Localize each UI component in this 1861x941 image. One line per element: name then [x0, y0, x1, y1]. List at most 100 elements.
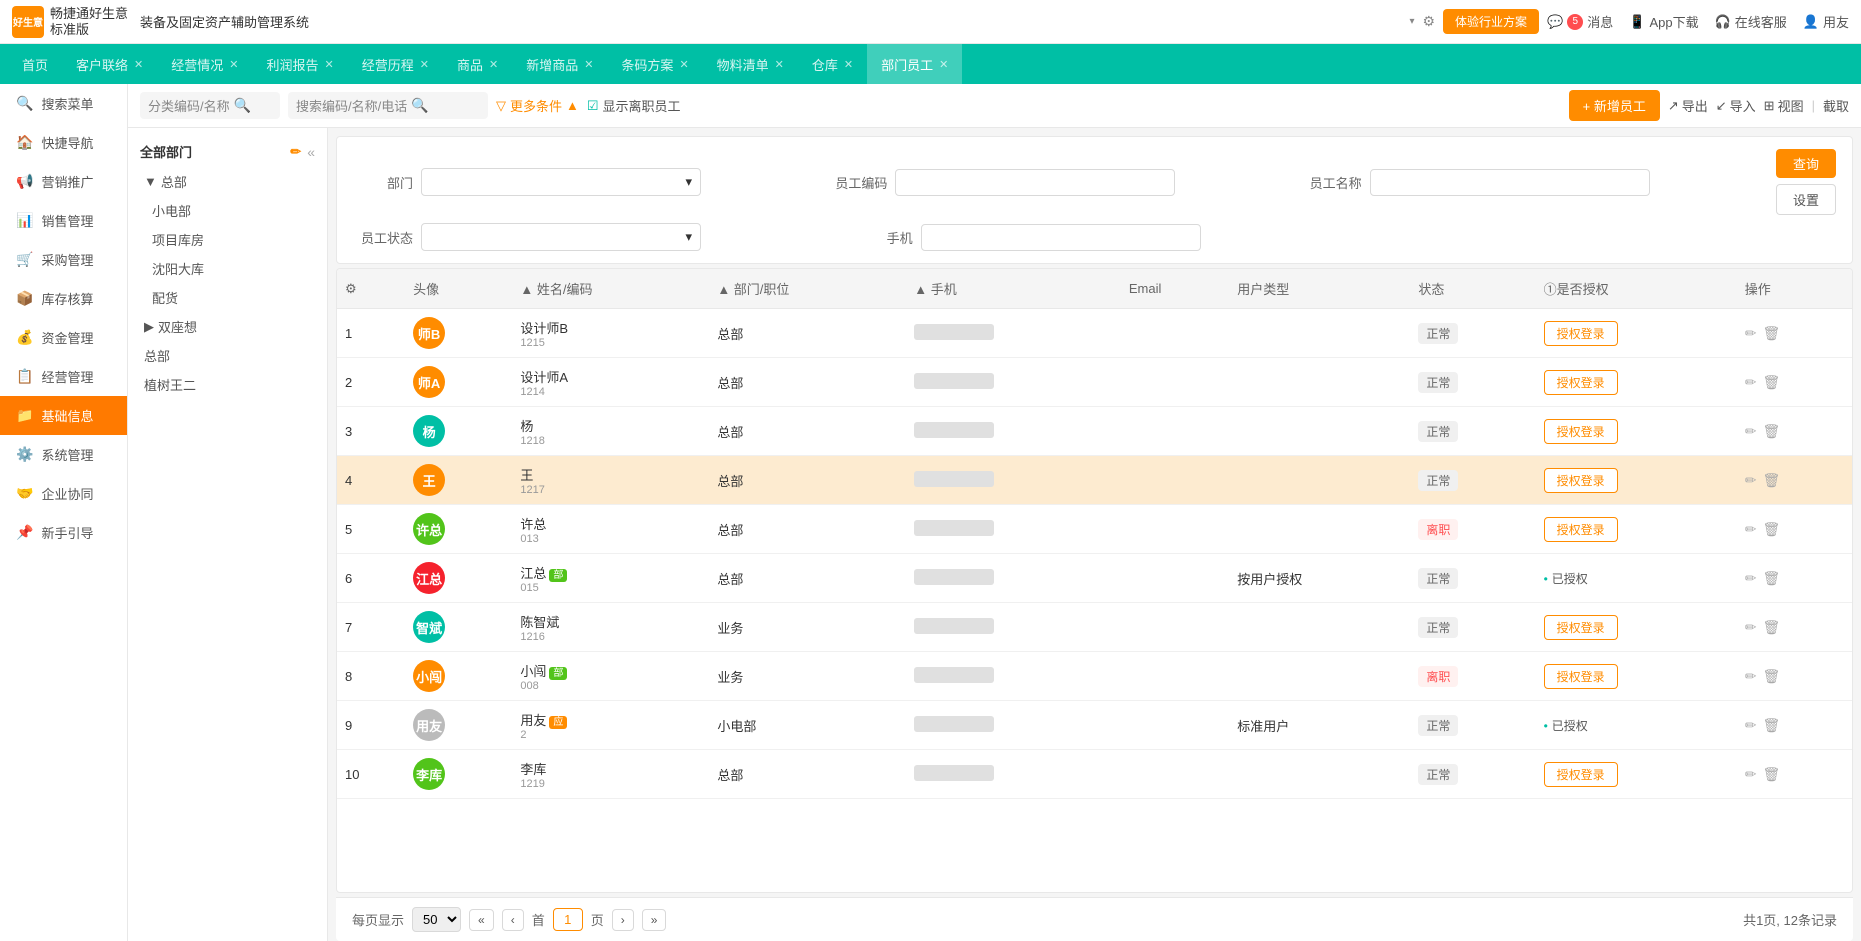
- export-button[interactable]: ↗ 导出: [1668, 96, 1708, 115]
- col-name[interactable]: ▲ 姓名/编码: [512, 269, 709, 309]
- edit-dept-icon[interactable]: ✏: [290, 144, 301, 160]
- dept-node-shuangzuo[interactable]: ▶ 双座想: [128, 312, 327, 341]
- gear-icon[interactable]: ⚙: [1422, 13, 1435, 30]
- view-button[interactable]: ⊞ 视图: [1764, 96, 1804, 115]
- tab-close-bom[interactable]: ✕: [775, 58, 784, 71]
- auth-login-button[interactable]: 授权登录: [1544, 468, 1618, 493]
- auth-login-button[interactable]: 授权登录: [1544, 664, 1618, 689]
- extra-button[interactable]: 截取: [1823, 96, 1849, 115]
- import-button[interactable]: ↙ 导入: [1716, 96, 1756, 115]
- settings-col-icon[interactable]: ⚙: [345, 281, 357, 296]
- tab-close-barcode[interactable]: ✕: [679, 58, 688, 71]
- search-dept-box[interactable]: 分类编码/名称 🔍: [140, 92, 280, 119]
- delete-button[interactable]: 🗑: [1763, 668, 1781, 685]
- more-filter-btn[interactable]: ▽ 更多条件 ▲: [496, 96, 579, 115]
- search-name-button[interactable]: 🔍: [411, 97, 428, 114]
- filter-status-select[interactable]: ▾: [421, 223, 701, 251]
- tab-close-history[interactable]: ✕: [420, 58, 429, 71]
- dept-node-project[interactable]: 项目库房: [128, 225, 327, 254]
- edit-button[interactable]: ✏: [1745, 766, 1757, 783]
- sidebar-item-finance[interactable]: 💰 资金管理: [0, 318, 127, 357]
- add-employee-button[interactable]: + 新增员工: [1569, 90, 1660, 121]
- tab-warehouse[interactable]: 仓库 ✕: [798, 44, 867, 84]
- dept-node-zongbu-parent[interactable]: ▼ 总部: [128, 167, 327, 196]
- download-button[interactable]: 📱 App下载: [1629, 12, 1698, 31]
- filter-dept-select[interactable]: ▾: [421, 168, 701, 196]
- delete-button[interactable]: 🗑: [1763, 619, 1781, 636]
- tab-home[interactable]: 首页: [8, 44, 62, 84]
- edit-button[interactable]: ✏: [1745, 325, 1757, 342]
- sidebar-item-guide[interactable]: 📌 新手引导: [0, 513, 127, 552]
- tab-profit[interactable]: 利润报告 ✕: [252, 44, 347, 84]
- show-inactive-toggle[interactable]: ☑ 显示离职员工: [587, 96, 681, 115]
- tab-barcode[interactable]: 条码方案 ✕: [607, 44, 702, 84]
- tab-history[interactable]: 经营历程 ✕: [348, 44, 443, 84]
- auth-login-button[interactable]: 授权登录: [1544, 370, 1618, 395]
- filter-empcode-input[interactable]: [895, 169, 1175, 196]
- filter-empname-input[interactable]: [1370, 169, 1650, 196]
- auth-login-button[interactable]: 授权登录: [1544, 419, 1618, 444]
- dept-node-zhishu[interactable]: 植树王二: [128, 370, 327, 399]
- edit-button[interactable]: ✏: [1745, 472, 1757, 489]
- last-page-button[interactable]: »: [642, 909, 667, 931]
- sidebar-item-nav[interactable]: 🏠 快捷导航: [0, 123, 127, 162]
- set-button[interactable]: 设置: [1776, 184, 1836, 215]
- edit-button[interactable]: ✏: [1745, 668, 1757, 685]
- tab-close-operation[interactable]: ✕: [229, 58, 238, 71]
- tab-close-new-goods[interactable]: ✕: [584, 58, 593, 71]
- col-dept[interactable]: ▲ 部门/职位: [709, 269, 906, 309]
- tab-close-warehouse[interactable]: ✕: [844, 58, 853, 71]
- dept-node-xiaodian[interactable]: 小电部: [128, 196, 327, 225]
- tab-close-customer[interactable]: ✕: [134, 58, 143, 71]
- delete-button[interactable]: 🗑: [1763, 423, 1781, 440]
- delete-button[interactable]: 🗑: [1763, 374, 1781, 391]
- prev-page-button[interactable]: ‹: [502, 909, 524, 931]
- edit-button[interactable]: ✏: [1745, 570, 1757, 587]
- per-page-select[interactable]: 50: [412, 907, 461, 932]
- filter-phone-input[interactable]: [921, 224, 1201, 251]
- sidebar-item-inventory[interactable]: 📦 库存核算: [0, 279, 127, 318]
- first-page-button[interactable]: «: [469, 909, 494, 931]
- sidebar-item-search[interactable]: 🔍 搜索菜单: [0, 84, 127, 123]
- search-name-box[interactable]: 搜索编码/名称/电话 🔍: [288, 92, 488, 119]
- user-button[interactable]: 👤 用友: [1803, 12, 1849, 31]
- dept-node-peihuo[interactable]: 配货: [128, 283, 327, 312]
- collapse-button[interactable]: «: [307, 144, 315, 160]
- edit-button[interactable]: ✏: [1745, 423, 1757, 440]
- tab-bom[interactable]: 物料清单 ✕: [703, 44, 798, 84]
- sidebar-item-marketing[interactable]: 📢 营销推广: [0, 162, 127, 201]
- sidebar-item-basic[interactable]: 📁 基础信息: [0, 396, 127, 435]
- search-dept-button[interactable]: 🔍: [234, 97, 251, 114]
- tab-close-goods[interactable]: ✕: [489, 58, 498, 71]
- query-button[interactable]: 查询: [1776, 149, 1836, 178]
- tab-new-goods[interactable]: 新增商品 ✕: [512, 44, 607, 84]
- auth-login-button[interactable]: 授权登录: [1544, 321, 1618, 346]
- auth-login-button[interactable]: 授权登录: [1544, 615, 1618, 640]
- delete-button[interactable]: 🗑: [1763, 472, 1781, 489]
- tab-close-employee[interactable]: ✕: [939, 58, 948, 71]
- tab-goods[interactable]: 商品 ✕: [443, 44, 512, 84]
- sidebar-item-mgmt[interactable]: 📋 经营管理: [0, 357, 127, 396]
- sidebar-item-system[interactable]: ⚙️ 系统管理: [0, 435, 127, 474]
- edit-button[interactable]: ✏: [1745, 619, 1757, 636]
- tab-customer[interactable]: 客户联络 ✕: [62, 44, 157, 84]
- tab-close-profit[interactable]: ✕: [325, 58, 334, 71]
- auth-login-button[interactable]: 授权登录: [1544, 762, 1618, 787]
- dept-node-zongbu[interactable]: 总部: [128, 341, 327, 370]
- col-settings[interactable]: ⚙: [337, 269, 405, 309]
- sidebar-item-collab[interactable]: 🤝 企业协同: [0, 474, 127, 513]
- sidebar-item-purchase[interactable]: 🛒 采购管理: [0, 240, 127, 279]
- auth-login-button[interactable]: 授权登录: [1544, 517, 1618, 542]
- edit-button[interactable]: ✏: [1745, 521, 1757, 538]
- title-dropdown-icon[interactable]: ▾: [1409, 16, 1414, 27]
- tab-operation[interactable]: 经营情况 ✕: [157, 44, 252, 84]
- dept-node-shenyang[interactable]: 沈阳大库: [128, 254, 327, 283]
- col-phone[interactable]: ▲ 手机: [906, 269, 1121, 309]
- delete-button[interactable]: 🗑: [1763, 325, 1781, 342]
- tab-employee[interactable]: 部门员工 ✕: [867, 44, 962, 84]
- edit-button[interactable]: ✏: [1745, 717, 1757, 734]
- delete-button[interactable]: 🗑: [1763, 717, 1781, 734]
- next-page-button[interactable]: ›: [612, 909, 634, 931]
- delete-button[interactable]: 🗑: [1763, 570, 1781, 587]
- edit-button[interactable]: ✏: [1745, 374, 1757, 391]
